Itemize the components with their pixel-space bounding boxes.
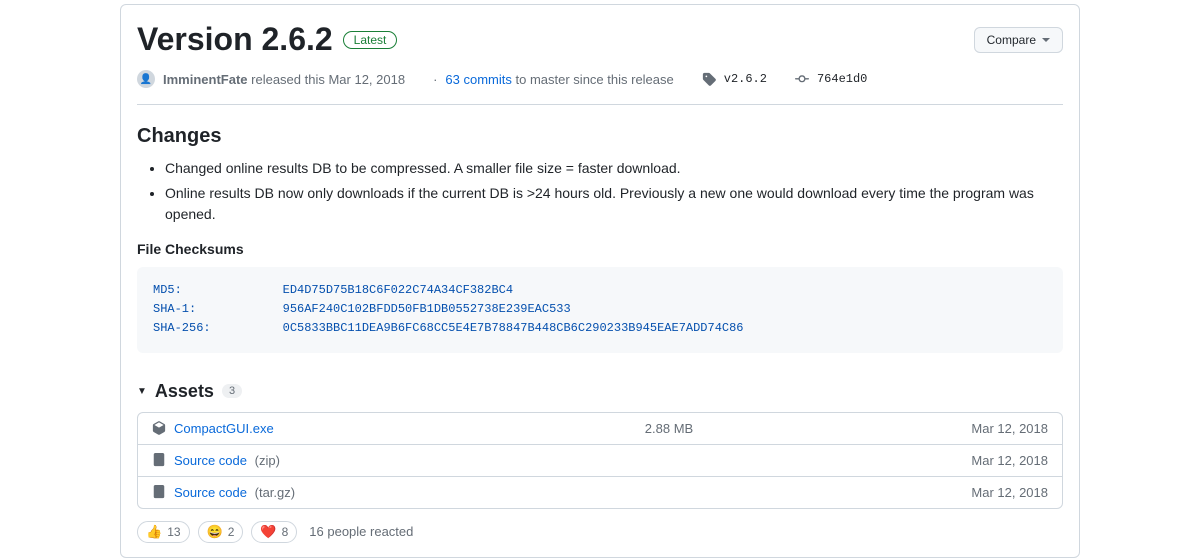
- changes-heading: Changes: [137, 125, 1063, 148]
- checksums-heading: File Checksums: [137, 241, 1063, 257]
- author-link[interactable]: ImminentFate: [163, 72, 248, 87]
- release-card: Version 2.6.2 Latest Compare 👤 ImminentF…: [120, 4, 1080, 558]
- commit-icon: [795, 72, 809, 86]
- reaction-count: 13: [167, 525, 180, 539]
- reaction-count: 2: [228, 525, 235, 539]
- laugh-icon: 😄: [207, 524, 223, 540]
- avatar[interactable]: 👤: [137, 70, 155, 88]
- asset-variant: (tar.gz): [255, 485, 295, 500]
- release-meta: 👤 ImminentFate released this Mar 12, 201…: [137, 70, 1063, 105]
- asset-row[interactable]: Source code (tar.gz) Mar 12, 2018: [138, 476, 1062, 508]
- release-title: Version 2.6.2: [137, 21, 333, 58]
- package-icon: [152, 421, 166, 435]
- asset-name[interactable]: Source code: [174, 485, 247, 500]
- changes-list: Changed online results DB to be compress…: [137, 158, 1063, 225]
- commits-suffix: to master since this release: [516, 72, 674, 87]
- release-header: Version 2.6.2 Latest Compare: [137, 21, 1063, 58]
- asset-date: Mar 12, 2018: [779, 453, 1048, 468]
- zip-icon: [152, 453, 166, 467]
- change-item: Online results DB now only downloads if …: [165, 183, 1063, 225]
- released-text: released this Mar 12, 2018: [251, 72, 405, 87]
- asset-row[interactable]: CompactGUI.exe 2.88 MB Mar 12, 2018: [138, 413, 1062, 444]
- tag-name[interactable]: v2.6.2: [724, 72, 767, 86]
- zip-icon: [152, 485, 166, 499]
- assets-toggle[interactable]: ▼ Assets 3: [137, 381, 1063, 402]
- disclosure-triangle-icon: ▼: [137, 386, 147, 397]
- latest-badge: Latest: [343, 31, 398, 49]
- reaction-heart[interactable]: ❤️ 8: [251, 521, 297, 543]
- separator-dot: ·: [433, 72, 437, 87]
- commit-sha[interactable]: 764e1d0: [817, 72, 867, 86]
- asset-date: Mar 12, 2018: [779, 485, 1048, 500]
- compare-label: Compare: [987, 33, 1036, 47]
- asset-size: 2.88 MB: [645, 421, 779, 436]
- assets-list: CompactGUI.exe 2.88 MB Mar 12, 2018 Sour…: [137, 412, 1063, 509]
- compare-button[interactable]: Compare: [974, 27, 1063, 53]
- reaction-count: 8: [282, 525, 289, 539]
- tag-icon: [702, 72, 716, 86]
- heart-icon: ❤️: [260, 524, 276, 540]
- assets-heading: Assets: [155, 381, 214, 402]
- caret-down-icon: [1042, 38, 1050, 42]
- asset-date: Mar 12, 2018: [779, 421, 1048, 436]
- thumbs-up-icon: 👍: [146, 524, 162, 540]
- asset-row[interactable]: Source code (zip) Mar 12, 2018: [138, 444, 1062, 476]
- asset-variant: (zip): [255, 453, 280, 468]
- reaction-thumbs-up[interactable]: 👍 13: [137, 521, 190, 543]
- commits-link[interactable]: 63 commits: [445, 72, 511, 87]
- reacted-summary: 16 people reacted: [309, 524, 413, 539]
- asset-name[interactable]: CompactGUI.exe: [174, 421, 274, 436]
- reactions-row: 👍 13 😄 2 ❤️ 8 16 people reacted: [137, 521, 1063, 549]
- asset-name[interactable]: Source code: [174, 453, 247, 468]
- reaction-laugh[interactable]: 😄 2: [198, 521, 244, 543]
- checksums-block: MD5: ED4D75D75B18C6F022C74A34CF382BC4 SH…: [137, 267, 1063, 353]
- assets-count-badge: 3: [222, 384, 242, 398]
- change-item: Changed online results DB to be compress…: [165, 158, 1063, 179]
